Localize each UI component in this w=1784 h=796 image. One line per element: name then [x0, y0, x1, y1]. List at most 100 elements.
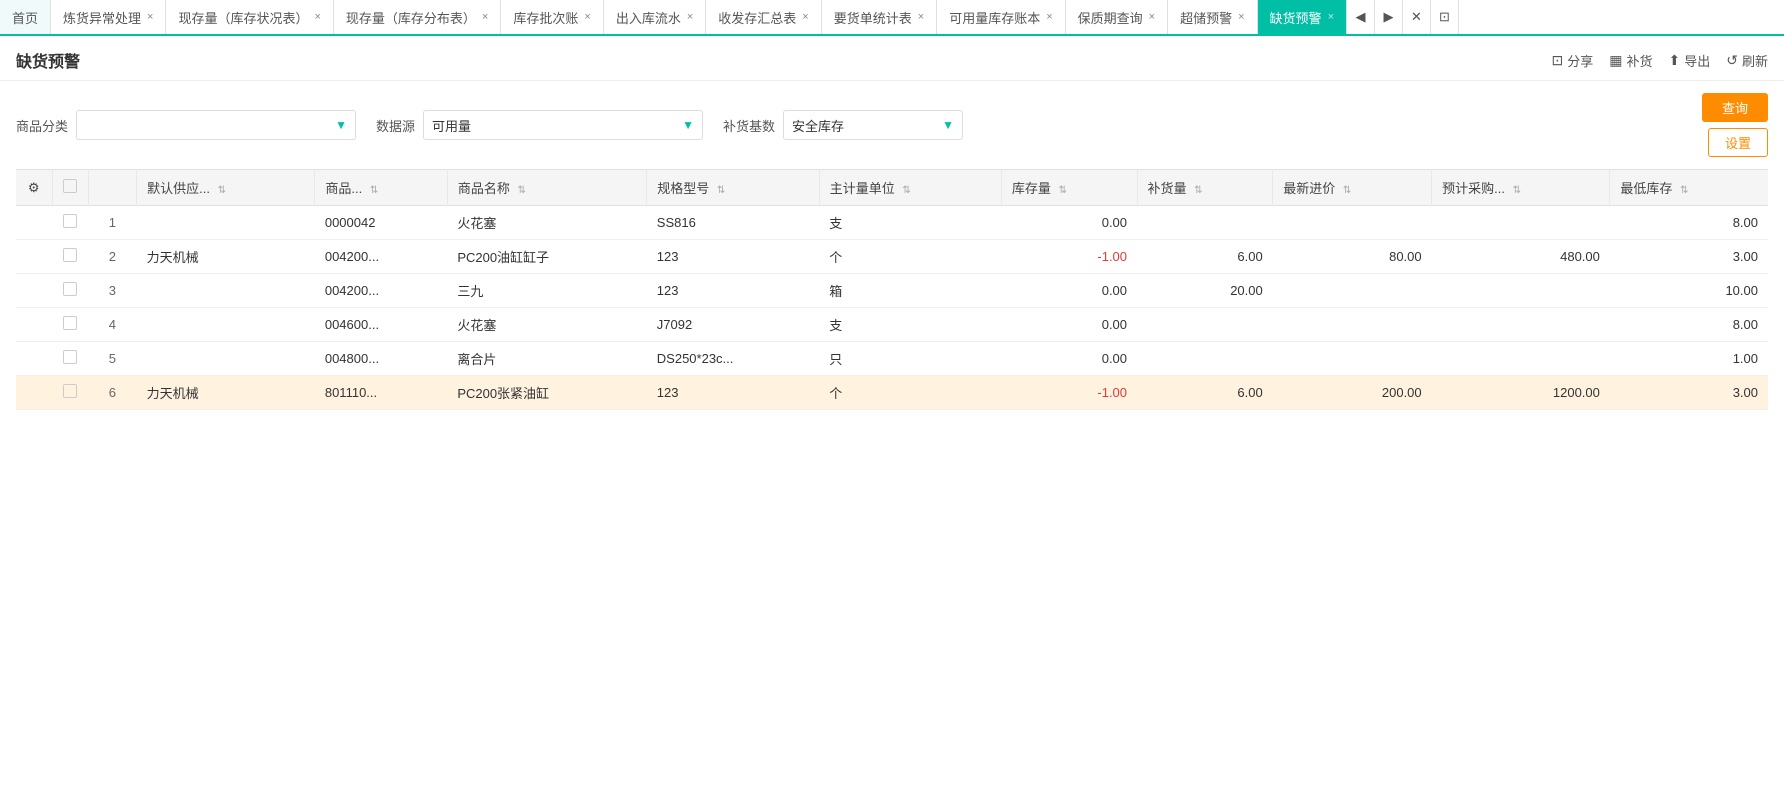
th-product-name[interactable]: 商品名称 ⇅	[447, 170, 646, 206]
tab-abnormal[interactable]: 炼货异常处理 ×	[51, 0, 166, 34]
tab-close-inventory-dist[interactable]: ×	[482, 11, 488, 23]
export-button[interactable]: ⬆ 导出	[1669, 51, 1711, 70]
th-unit[interactable]: 主计量单位 ⇅	[819, 170, 1001, 206]
sort-code-icon: ⇅	[370, 185, 378, 196]
th-checkbox[interactable]	[52, 170, 88, 206]
product-category-arrow-icon: ▼	[335, 118, 347, 132]
row-checkbox-3[interactable]	[52, 308, 88, 342]
row-gear-1[interactable]	[16, 240, 52, 274]
tab-available-ledger[interactable]: 可用量库存账本 ×	[937, 0, 1065, 34]
row-spec-0: SS816	[647, 206, 819, 240]
settings-button[interactable]: 设置	[1708, 128, 1768, 157]
tab-close-order-stats[interactable]: ×	[918, 11, 924, 23]
row-purchase-3	[1432, 308, 1610, 342]
row-name-3: 火花塞	[447, 308, 646, 342]
data-source-label: 数据源	[376, 116, 415, 135]
tab-next-button[interactable]: ▶	[1375, 0, 1403, 34]
row-supplier-3	[137, 308, 315, 342]
row-gear-5[interactable]	[16, 376, 52, 410]
row-spec-3: J7092	[647, 308, 819, 342]
th-spec[interactable]: 规格型号 ⇅	[647, 170, 819, 206]
replenish-button[interactable]: ▦ 补货	[1609, 51, 1652, 70]
row-cb-1[interactable]	[63, 248, 77, 262]
tab-shortage[interactable]: 缺货预警 ×	[1258, 0, 1347, 34]
tab-prev-button[interactable]: ◀	[1347, 0, 1375, 34]
row-cb-2[interactable]	[63, 282, 77, 296]
tab-inventory-dist[interactable]: 现存量（库存分布表） ×	[334, 0, 501, 34]
refresh-icon: ↺	[1726, 52, 1738, 69]
table-header-row: ⚙ 默认供应... ⇅ 商品... ⇅ 商品名称 ⇅	[16, 170, 1768, 206]
table-row: 4 004600... 火花塞 J7092 支 0.00 8.00	[16, 308, 1768, 342]
tab-expiry-query[interactable]: 保质期查询 ×	[1066, 0, 1168, 34]
row-code-1: 004200...	[315, 240, 447, 274]
th-default-supplier[interactable]: 默认供应... ⇅	[137, 170, 315, 206]
tab-close-overstock[interactable]: ×	[1238, 11, 1244, 23]
row-spec-5: 123	[647, 376, 819, 410]
tab-home[interactable]: 首页	[0, 0, 51, 34]
tab-inout-flow[interactable]: 出入库流水 ×	[604, 0, 706, 34]
row-cb-4[interactable]	[63, 350, 77, 364]
th-replenish-qty[interactable]: 补货量 ⇅	[1137, 170, 1273, 206]
tab-close-expiry-query[interactable]: ×	[1149, 11, 1155, 23]
replenish-base-value: 安全库存	[792, 116, 942, 135]
row-checkbox-2[interactable]	[52, 274, 88, 308]
row-gear-4[interactable]	[16, 342, 52, 376]
row-checkbox-1[interactable]	[52, 240, 88, 274]
row-cb-3[interactable]	[63, 316, 77, 330]
row-stock-1: -1.00	[1001, 240, 1137, 274]
replenish-base-select[interactable]: 安全库存 ▼	[783, 110, 963, 140]
row-replenish-4	[1137, 342, 1273, 376]
tab-close-collect-summary[interactable]: ×	[802, 11, 808, 23]
filter-actions: 查询 设置	[1702, 93, 1768, 157]
tab-inventory-status[interactable]: 现存量（库存状况表） ×	[166, 0, 333, 34]
th-stock-qty[interactable]: 库存量 ⇅	[1001, 170, 1137, 206]
tab-close-all-button[interactable]: ✕	[1403, 0, 1431, 34]
row-unit-1: 个	[819, 240, 1001, 274]
sort-spec-icon: ⇅	[717, 185, 725, 196]
row-checkbox-0[interactable]	[52, 206, 88, 240]
tab-close-inventory-status[interactable]: ×	[314, 11, 320, 23]
sort-stock-icon: ⇅	[1058, 185, 1066, 196]
data-source-value: 可用量	[432, 116, 682, 135]
row-gear-0[interactable]	[16, 206, 52, 240]
refresh-button[interactable]: ↺ 刷新	[1726, 51, 1768, 70]
row-purchase-0	[1432, 206, 1610, 240]
page-header: 缺货预警 ⊡ 分享 ▦ 补货 ⬆ 导出 ↺ 刷新	[0, 36, 1784, 81]
tab-order-stats[interactable]: 要货单统计表 ×	[822, 0, 937, 34]
row-checkbox-4[interactable]	[52, 342, 88, 376]
main-content: 缺货预警 ⊡ 分享 ▦ 补货 ⬆ 导出 ↺ 刷新 商品分类	[0, 36, 1784, 796]
table-row: 1 0000042 火花塞 SS816 支 0.00 8.00	[16, 206, 1768, 240]
header-checkbox[interactable]	[63, 179, 77, 193]
tab-overstock[interactable]: 超储预警 ×	[1168, 0, 1257, 34]
row-gear-3[interactable]	[16, 308, 52, 342]
th-latest-price[interactable]: 最新进价 ⇅	[1273, 170, 1432, 206]
tab-close-shortage[interactable]: ×	[1328, 11, 1334, 23]
row-price-1: 80.00	[1273, 240, 1432, 274]
th-product-code[interactable]: 商品... ⇅	[315, 170, 447, 206]
tab-collect-summary[interactable]: 收发存汇总表 ×	[706, 0, 821, 34]
row-name-1: PC200油缸缸子	[447, 240, 646, 274]
row-gear-2[interactable]	[16, 274, 52, 308]
row-cb-0[interactable]	[63, 214, 77, 228]
tab-close-abnormal[interactable]: ×	[147, 11, 153, 23]
row-replenish-0	[1137, 206, 1273, 240]
row-spec-1: 123	[647, 240, 819, 274]
replenish-icon: ▦	[1609, 52, 1622, 69]
row-checkbox-5[interactable]	[52, 376, 88, 410]
tab-close-batch-account[interactable]: ×	[584, 11, 590, 23]
th-min-stock[interactable]: 最低库存 ⇅	[1610, 170, 1768, 206]
tab-restore-button[interactable]: ⊡	[1431, 0, 1459, 34]
tab-batch-account[interactable]: 库存批次账 ×	[501, 0, 603, 34]
product-category-select[interactable]: ▼	[76, 110, 356, 140]
tab-close-inout-flow[interactable]: ×	[687, 11, 693, 23]
tab-close-available-ledger[interactable]: ×	[1046, 11, 1052, 23]
data-source-select[interactable]: 可用量 ▼	[423, 110, 703, 140]
row-cb-5[interactable]	[63, 384, 77, 398]
row-unit-5: 个	[819, 376, 1001, 410]
query-button[interactable]: 查询	[1702, 93, 1768, 122]
share-button[interactable]: ⊡ 分享	[1552, 51, 1594, 70]
th-estimated-purchase[interactable]: 预计采购... ⇅	[1432, 170, 1610, 206]
th-gear[interactable]: ⚙	[16, 170, 52, 206]
row-unit-0: 支	[819, 206, 1001, 240]
row-num-4: 5	[88, 342, 137, 376]
